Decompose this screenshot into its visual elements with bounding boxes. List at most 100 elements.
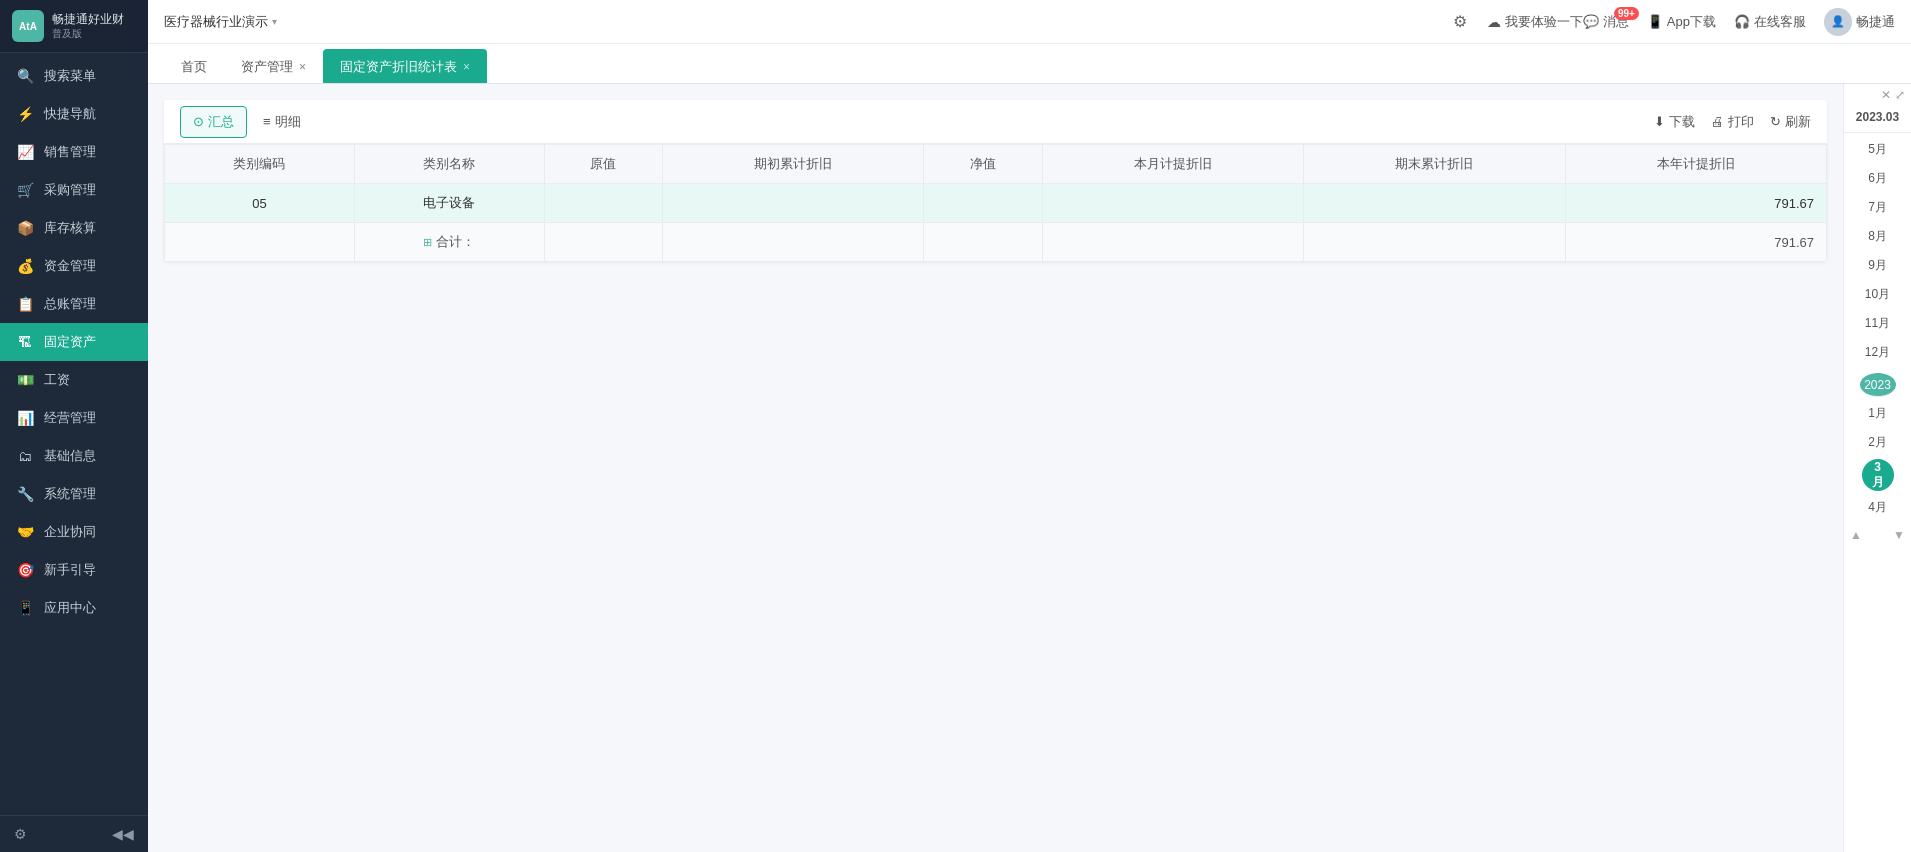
col-code: 类别编码 <box>165 145 355 184</box>
nav-label-payroll: 工资 <box>44 371 70 389</box>
company-name: 医疗器械行业演示 <box>164 13 268 31</box>
date-panel-expand-icon[interactable]: ⤢ <box>1895 88 1905 102</box>
month-item[interactable]: 1月 <box>1844 399 1911 428</box>
tab-depreciation-table[interactable]: 固定资产折旧统计表 × <box>323 49 487 83</box>
cell-closing-acc <box>1304 184 1565 223</box>
print-icon: 🖨 <box>1711 114 1724 129</box>
footer-collapse-icon[interactable]: ◀◀ <box>112 826 134 842</box>
cell-monthly <box>1042 184 1303 223</box>
username-label: 畅捷通 <box>1856 13 1895 31</box>
sidebar-item-quick_nav[interactable]: ⚡ 快捷导航 <box>0 95 148 133</box>
nav-list: 🔍 搜索菜单 ⚡ 快捷导航 📈 销售管理 🛒 采购管理 📦 库存核算 💰 资金管… <box>0 53 148 815</box>
search-icon: 🔍 <box>16 67 34 85</box>
cell-opening-acc <box>663 184 924 223</box>
sidebar-item-app_center[interactable]: 📱 应用中心 <box>0 589 148 627</box>
inventory-icon: 📦 <box>16 219 34 237</box>
sub-tabs-right: ⬇ 下载 🖨 打印 ↻ 刷新 <box>1654 113 1811 131</box>
sidebar-item-capital[interactable]: 💰 资金管理 <box>0 247 148 285</box>
sub-tab-detail[interactable]: ≡ 明细 <box>251 107 313 137</box>
sub-tabs-bar: ⊙ 汇总 ≡ 明细 ⬇ 下载 � <box>164 100 1827 144</box>
quick_nav-icon: ⚡ <box>16 105 34 123</box>
total-annual: 791.67 <box>1565 223 1826 262</box>
table-row: 05 电子设备 791.67 <box>165 184 1827 223</box>
col-closing-acc: 期末累计折旧 <box>1304 145 1565 184</box>
purchase-icon: 🛒 <box>16 181 34 199</box>
print-btn[interactable]: 🖨 打印 <box>1711 113 1754 131</box>
month-item[interactable]: 4月 <box>1844 493 1911 522</box>
tab-asset-mgmt[interactable]: 资产管理 × <box>224 49 323 83</box>
footer-settings-icon[interactable]: ⚙ <box>14 826 27 842</box>
message-icon: 💬 <box>1583 14 1599 29</box>
total-label-cell: ⊞ 合计： <box>354 223 544 262</box>
month-item[interactable]: 3月 <box>1862 459 1894 491</box>
month-item[interactable]: 10月 <box>1844 280 1911 309</box>
tab-depreciation-close-icon[interactable]: × <box>463 60 470 74</box>
tab-home[interactable]: 首页 <box>164 49 224 83</box>
curr-year-section: 20231月2月3月4月 <box>1844 369 1911 524</box>
cell-code: 05 <box>165 184 355 223</box>
operations-icon: 📊 <box>16 409 34 427</box>
sidebar-item-system[interactable]: 🔧 系统管理 <box>0 475 148 513</box>
refresh-btn[interactable]: ↻ 刷新 <box>1770 113 1811 131</box>
logo-title: 畅捷通好业财 <box>52 11 124 28</box>
tab-asset-mgmt-close-icon[interactable]: × <box>299 60 306 74</box>
panel-prev-icon[interactable]: ▲ <box>1850 528 1862 542</box>
sidebar-item-search[interactable]: 🔍 搜索菜单 <box>0 57 148 95</box>
col-annual: 本年计提折旧 <box>1565 145 1826 184</box>
app_center-icon: 📱 <box>16 599 34 617</box>
sidebar-item-sales[interactable]: 📈 销售管理 <box>0 133 148 171</box>
total-net <box>924 223 1042 262</box>
cell-annual: 791.67 <box>1565 184 1826 223</box>
corp_collab-icon: 🤝 <box>16 523 34 541</box>
sidebar-item-corp_collab[interactable]: 🤝 企业协同 <box>0 513 148 551</box>
sub-tab-summary-label: 汇总 <box>208 113 234 131</box>
month-item[interactable]: 5月 <box>1844 135 1911 164</box>
month-item[interactable]: 11月 <box>1844 309 1911 338</box>
year-label-2023[interactable]: 2023 <box>1860 373 1896 397</box>
topbar-settings-icon[interactable]: ⚙ <box>1453 12 1467 31</box>
company-selector[interactable]: 医疗器械行业演示 ▾ <box>164 13 1445 31</box>
col-original: 原值 <box>544 145 662 184</box>
total-original <box>544 223 662 262</box>
col-name: 类别名称 <box>354 145 544 184</box>
refresh-icon: ↻ <box>1770 114 1781 129</box>
total-opening-acc <box>663 223 924 262</box>
tab-asset-mgmt-label: 资产管理 <box>241 58 293 76</box>
online-service-btn[interactable]: 🎧 在线客服 <box>1734 13 1806 31</box>
total-closing-acc <box>1304 223 1565 262</box>
sidebar-item-inventory[interactable]: 📦 库存核算 <box>0 209 148 247</box>
sidebar-item-ledger[interactable]: 📋 总账管理 <box>0 285 148 323</box>
panel-next-icon[interactable]: ▼ <box>1893 528 1905 542</box>
month-item[interactable]: 8月 <box>1844 222 1911 251</box>
sidebar-item-purchase[interactable]: 🛒 采购管理 <box>0 171 148 209</box>
total-label-text: 合计： <box>436 233 475 251</box>
experience-btn[interactable]: ☁ 我要体验一下 <box>1487 13 1583 31</box>
month-item[interactable]: 7月 <box>1844 193 1911 222</box>
message-btn[interactable]: 💬 消息 99+ <box>1583 13 1629 31</box>
app-download-label: App下载 <box>1667 13 1716 31</box>
cloud-icon: ☁ <box>1487 14 1501 30</box>
date-panel-close-icon[interactable]: ✕ <box>1881 88 1891 102</box>
logo-area: AtA 畅捷通好业财 普及版 <box>0 0 148 53</box>
sidebar-item-operations[interactable]: 📊 经营管理 <box>0 399 148 437</box>
month-item[interactable]: 9月 <box>1844 251 1911 280</box>
nav-label-inventory: 库存核算 <box>44 219 96 237</box>
download-btn[interactable]: ⬇ 下载 <box>1654 113 1695 131</box>
system-icon: 🔧 <box>16 485 34 503</box>
date-panel: ✕ ⤢ 2023.03 5月6月7月8月9月10月11月12月 20231月2月… <box>1843 84 1911 852</box>
user-profile-btn[interactable]: 👤 畅捷通 <box>1824 8 1895 36</box>
current-period: 2023.03 <box>1856 110 1899 124</box>
total-monthly <box>1042 223 1303 262</box>
app-download-btn[interactable]: 📱 App下载 <box>1647 13 1716 31</box>
month-item[interactable]: 2月 <box>1844 428 1911 457</box>
sidebar-item-payroll[interactable]: 💵 工资 <box>0 361 148 399</box>
nav-label-quick_nav: 快捷导航 <box>44 105 96 123</box>
main-card: ⊙ 汇总 ≡ 明细 ⬇ 下载 � <box>164 100 1827 262</box>
month-item[interactable]: 6月 <box>1844 164 1911 193</box>
sidebar-item-fixed_assets[interactable]: 🏗 固定资产 <box>0 323 148 361</box>
total-icon: ⊞ <box>423 236 432 249</box>
sub-tab-summary[interactable]: ⊙ 汇总 <box>180 106 247 138</box>
month-item[interactable]: 12月 <box>1844 338 1911 367</box>
sidebar-item-beginner[interactable]: 🎯 新手引导 <box>0 551 148 589</box>
sidebar-item-basic_info[interactable]: 🗂 基础信息 <box>0 437 148 475</box>
